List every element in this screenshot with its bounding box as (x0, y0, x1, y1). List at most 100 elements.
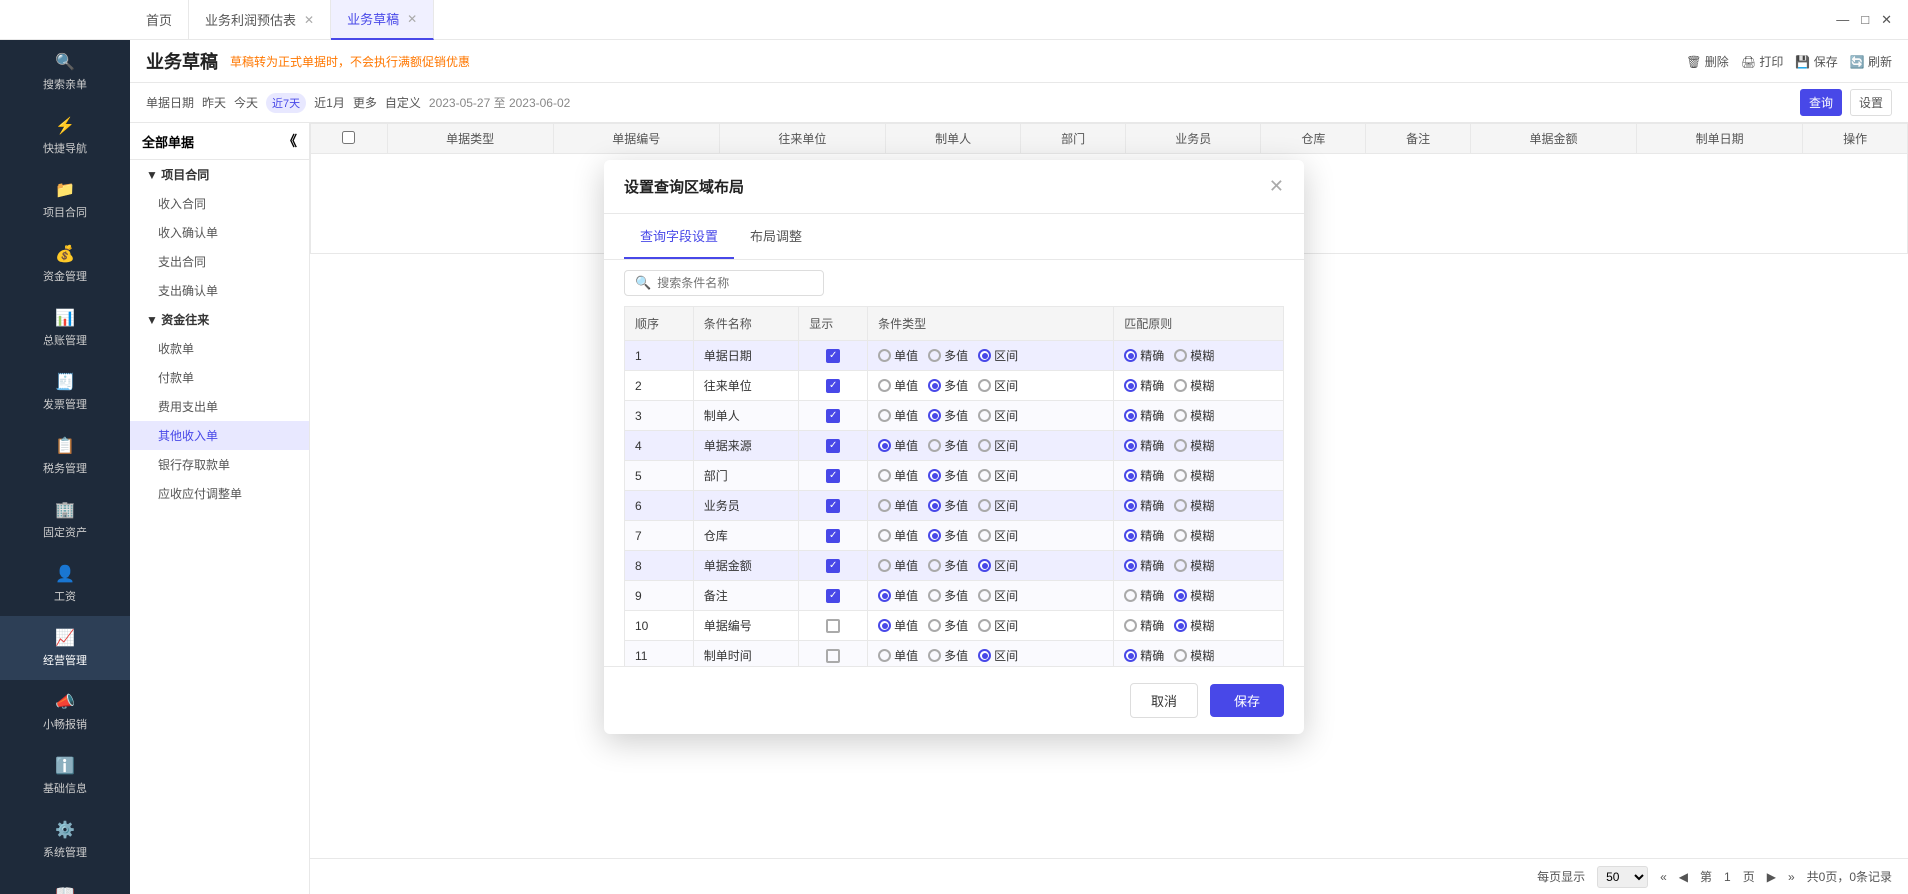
checkbox-6[interactable]: ✓ (826, 499, 840, 513)
row-match-10[interactable]: 精确模糊 (1114, 611, 1284, 641)
sidebar-item-guide[interactable]: 📖 新手引导 (0, 872, 130, 894)
sidebar-item-invoice[interactable]: 🧾 发票管理 (0, 360, 130, 424)
tab-home[interactable]: 首页 (130, 0, 189, 40)
row-match-1[interactable]: 精确模糊 (1114, 341, 1284, 371)
tree-item-capital[interactable]: ▼ 资金往来 (130, 305, 309, 334)
tree-item-income-contract[interactable]: 收入合同 (130, 189, 309, 218)
sidebar-item-search[interactable]: 🔍 搜索亲单 (0, 40, 130, 104)
row-type-4[interactable]: 单值多值区间 (868, 431, 1114, 461)
checkbox-3[interactable]: ✓ (826, 409, 840, 423)
tab-profit-close[interactable]: ✕ (304, 13, 314, 27)
sidebar-item-assets[interactable]: 🏢 固定资产 (0, 488, 130, 552)
tree-item-project-contract[interactable]: ▼ 项目合同 (130, 160, 309, 189)
delete-btn[interactable]: 🗑 删除 (1686, 53, 1729, 70)
checkbox-4[interactable]: ✓ (826, 439, 840, 453)
tree-item-income-confirm[interactable]: 收入确认单 (130, 218, 309, 247)
row-show-1[interactable]: ✓ (799, 341, 868, 371)
row-type-11[interactable]: 单值多值区间 (868, 641, 1114, 667)
date-opt-yesterday[interactable]: 昨天 (202, 94, 226, 111)
per-page-select[interactable]: 50 100 (1597, 866, 1648, 888)
minimize-btn[interactable]: — (1836, 12, 1849, 27)
row-show-7[interactable]: ✓ (799, 521, 868, 551)
checkbox-8[interactable]: ✓ (826, 559, 840, 573)
row-show-4[interactable]: ✓ (799, 431, 868, 461)
row-show-8[interactable]: ✓ (799, 551, 868, 581)
checkbox-9[interactable]: ✓ (826, 589, 840, 603)
last-page-btn[interactable]: » (1788, 870, 1795, 884)
row-type-6[interactable]: 单值多值区间 (868, 491, 1114, 521)
date-opt-custom[interactable]: 自定义 (385, 94, 421, 111)
tree-item-bank[interactable]: 银行存取款单 (130, 450, 309, 479)
sidebar-item-salary[interactable]: 👤 工资 (0, 552, 130, 616)
sidebar-item-expense[interactable]: 📣 小畅报销 (0, 680, 130, 744)
tab-draft-close[interactable]: ✕ (407, 12, 417, 26)
tree-item-expense-contract[interactable]: 支出合同 (130, 247, 309, 276)
sidebar-item-ledger[interactable]: 📊 总账管理 (0, 296, 130, 360)
row-match-9[interactable]: 精确模糊 (1114, 581, 1284, 611)
modal-tab-layout[interactable]: 布局调整 (734, 214, 818, 259)
sidebar-item-management[interactable]: 📈 经营管理 (0, 616, 130, 680)
checkbox-1[interactable]: ✓ (826, 349, 840, 363)
sidebar-item-quicknav[interactable]: ⚡ 快捷导航 (0, 104, 130, 168)
checkbox-7[interactable]: ✓ (826, 529, 840, 543)
row-show-5[interactable]: ✓ (799, 461, 868, 491)
tree-item-adjust[interactable]: 应收应付调整单 (130, 479, 309, 508)
row-match-5[interactable]: 精确模糊 (1114, 461, 1284, 491)
date-opt-7days[interactable]: 近7天 (266, 93, 306, 113)
row-type-10[interactable]: 单值多值区间 (868, 611, 1114, 641)
sidebar-item-finance[interactable]: 💰 资金管理 (0, 232, 130, 296)
close-btn[interactable]: ✕ (1881, 12, 1892, 28)
row-type-2[interactable]: 单值多值区间 (868, 371, 1114, 401)
tree-item-receipt[interactable]: 收款单 (130, 334, 309, 363)
next-page-btn[interactable]: ▶ (1767, 870, 1776, 884)
save-btn[interactable]: 💾 保存 (1795, 53, 1837, 70)
checkbox-5[interactable]: ✓ (826, 469, 840, 483)
prev-page-btn[interactable]: ◀ (1679, 870, 1688, 884)
row-type-7[interactable]: 单值多值区间 (868, 521, 1114, 551)
row-show-6[interactable]: ✓ (799, 491, 868, 521)
settings-btn[interactable]: 设置 (1850, 89, 1892, 116)
row-match-8[interactable]: 精确模糊 (1114, 551, 1284, 581)
select-all-checkbox[interactable] (342, 131, 355, 144)
save-button[interactable]: 保存 (1210, 684, 1284, 717)
date-opt-more[interactable]: 更多 (353, 94, 377, 111)
print-btn[interactable]: 🖨 打印 (1741, 53, 1784, 70)
modal-close-btn[interactable]: ✕ (1269, 176, 1284, 197)
checkbox-2[interactable]: ✓ (826, 379, 840, 393)
sidebar-item-system[interactable]: ⚙️ 系统管理 (0, 808, 130, 872)
row-show-9[interactable]: ✓ (799, 581, 868, 611)
checkbox-10[interactable] (826, 619, 840, 633)
row-match-2[interactable]: 精确模糊 (1114, 371, 1284, 401)
tab-draft[interactable]: 业务草稿 ✕ (331, 0, 434, 40)
search-input[interactable] (657, 276, 813, 290)
row-show-10[interactable] (799, 611, 868, 641)
tab-profit[interactable]: 业务利润预估表 ✕ (189, 0, 331, 40)
row-type-8[interactable]: 单值多值区间 (868, 551, 1114, 581)
date-opt-today[interactable]: 今天 (234, 94, 258, 111)
modal-tab-query[interactable]: 查询字段设置 (624, 214, 734, 259)
row-match-4[interactable]: 精确模糊 (1114, 431, 1284, 461)
maximize-btn[interactable]: □ (1861, 12, 1869, 27)
row-match-7[interactable]: 精确模糊 (1114, 521, 1284, 551)
checkbox-11[interactable] (826, 649, 840, 663)
row-type-3[interactable]: 单值多值区间 (868, 401, 1114, 431)
tree-item-other-income[interactable]: 其他收入单 (130, 421, 309, 450)
date-opt-month[interactable]: 近1月 (314, 94, 345, 111)
row-type-9[interactable]: 单值多值区间 (868, 581, 1114, 611)
row-match-11[interactable]: 精确模糊 (1114, 641, 1284, 667)
first-page-btn[interactable]: « (1660, 870, 1667, 884)
sidebar-item-tax[interactable]: 📋 税务管理 (0, 424, 130, 488)
sidebar-item-project[interactable]: 📁 项目合同 (0, 168, 130, 232)
cancel-button[interactable]: 取消 (1130, 683, 1198, 718)
query-btn[interactable]: 查询 (1800, 89, 1842, 116)
th-checkbox[interactable] (311, 124, 388, 154)
row-show-2[interactable]: ✓ (799, 371, 868, 401)
tree-item-expense-confirm[interactable]: 支出确认单 (130, 276, 309, 305)
row-show-3[interactable]: ✓ (799, 401, 868, 431)
tree-item-payment[interactable]: 付款单 (130, 363, 309, 392)
row-show-11[interactable] (799, 641, 868, 667)
sidebar-item-basic[interactable]: ℹ️ 基础信息 (0, 744, 130, 808)
collapse-icon[interactable]: 《 (283, 131, 297, 151)
refresh-btn[interactable]: 🔄 刷新 (1850, 53, 1892, 70)
row-match-3[interactable]: 精确模糊 (1114, 401, 1284, 431)
